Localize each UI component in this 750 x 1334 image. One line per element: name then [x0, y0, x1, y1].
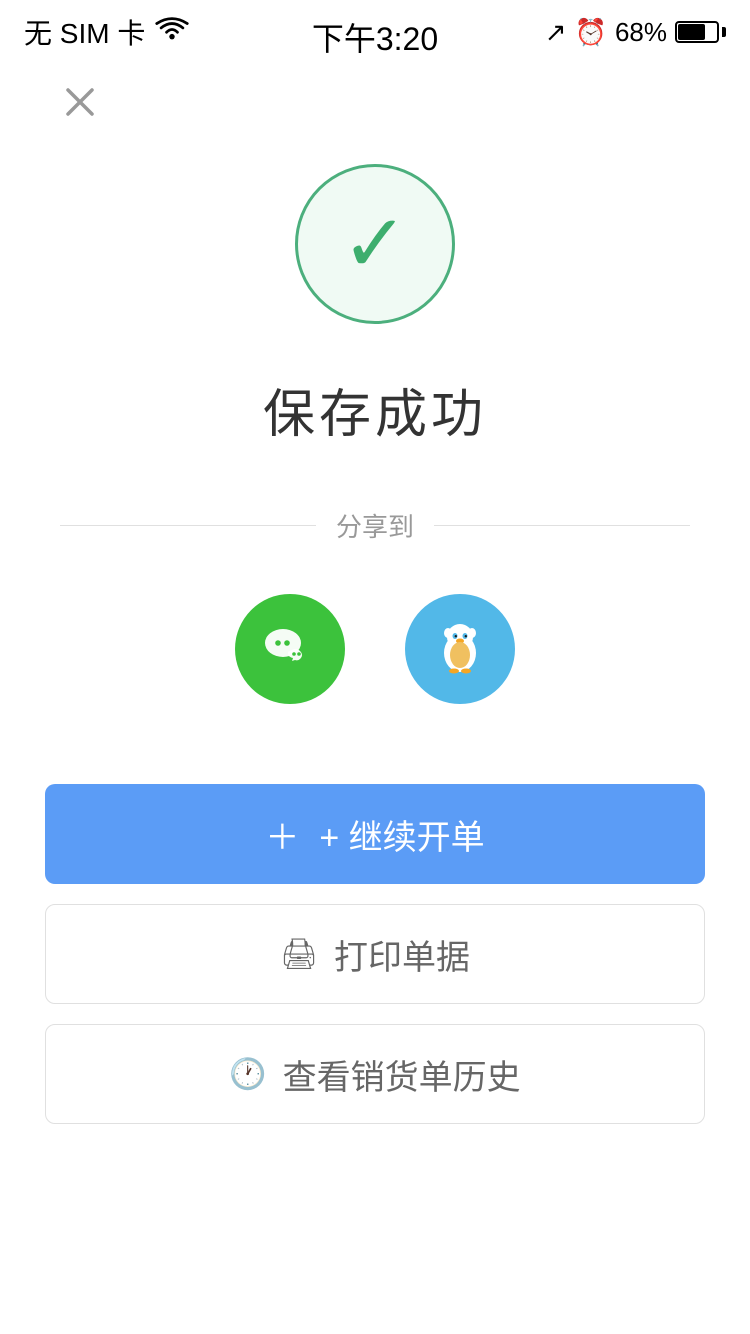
status-time: 下午3:20 — [312, 14, 438, 60]
location-icon: ↗ — [545, 17, 567, 48]
print-button[interactable]: 🖨 打印单据 — [45, 904, 705, 1004]
print-icon: 🖨 — [280, 937, 318, 972]
continue-order-label: + 继续开单 — [319, 810, 484, 859]
history-button[interactable]: 🕐 查看销货单历史 — [45, 1024, 705, 1124]
success-icon-circle: ✓ — [295, 164, 455, 324]
main-content: ✓ 保存成功 分享到 — [0, 64, 750, 1124]
close-button[interactable] — [50, 72, 110, 132]
status-right: ↗ ⏰ 68% — [545, 17, 726, 48]
share-label: 分享到 — [336, 507, 414, 544]
checkmark-icon: ✓ — [341, 204, 408, 284]
status-bar: 无 SIM 卡 下午3:20 ↗ ⏰ 68% — [0, 0, 750, 64]
carrier-text: 无 SIM 卡 — [24, 12, 145, 52]
battery-percentage: 68% — [615, 17, 667, 48]
alarm-icon: ⏰ — [575, 17, 607, 48]
qq-icon — [428, 617, 492, 681]
wechat-icon — [258, 617, 322, 681]
qq-share-button[interactable] — [405, 594, 515, 704]
history-icon: 🕐 — [229, 1057, 266, 1092]
continue-order-button[interactable]: ＋ + 继续开单 — [45, 784, 705, 884]
battery-indicator — [675, 21, 726, 43]
wifi-icon — [155, 16, 189, 48]
success-title: 保存成功 — [263, 372, 487, 447]
divider-line-right — [434, 525, 690, 526]
wechat-share-button[interactable] — [235, 594, 345, 704]
share-icons-row — [235, 594, 515, 704]
action-buttons: ＋ + 继续开单 🖨 打印单据 🕐 查看销货单历史 — [45, 784, 705, 1124]
divider-line-left — [60, 525, 316, 526]
print-label: 打印单据 — [334, 930, 470, 979]
share-divider: 分享到 — [0, 507, 750, 544]
history-label: 查看销货单历史 — [283, 1050, 521, 1099]
plus-icon: ＋ — [265, 810, 299, 859]
status-left: 无 SIM 卡 — [24, 12, 189, 52]
